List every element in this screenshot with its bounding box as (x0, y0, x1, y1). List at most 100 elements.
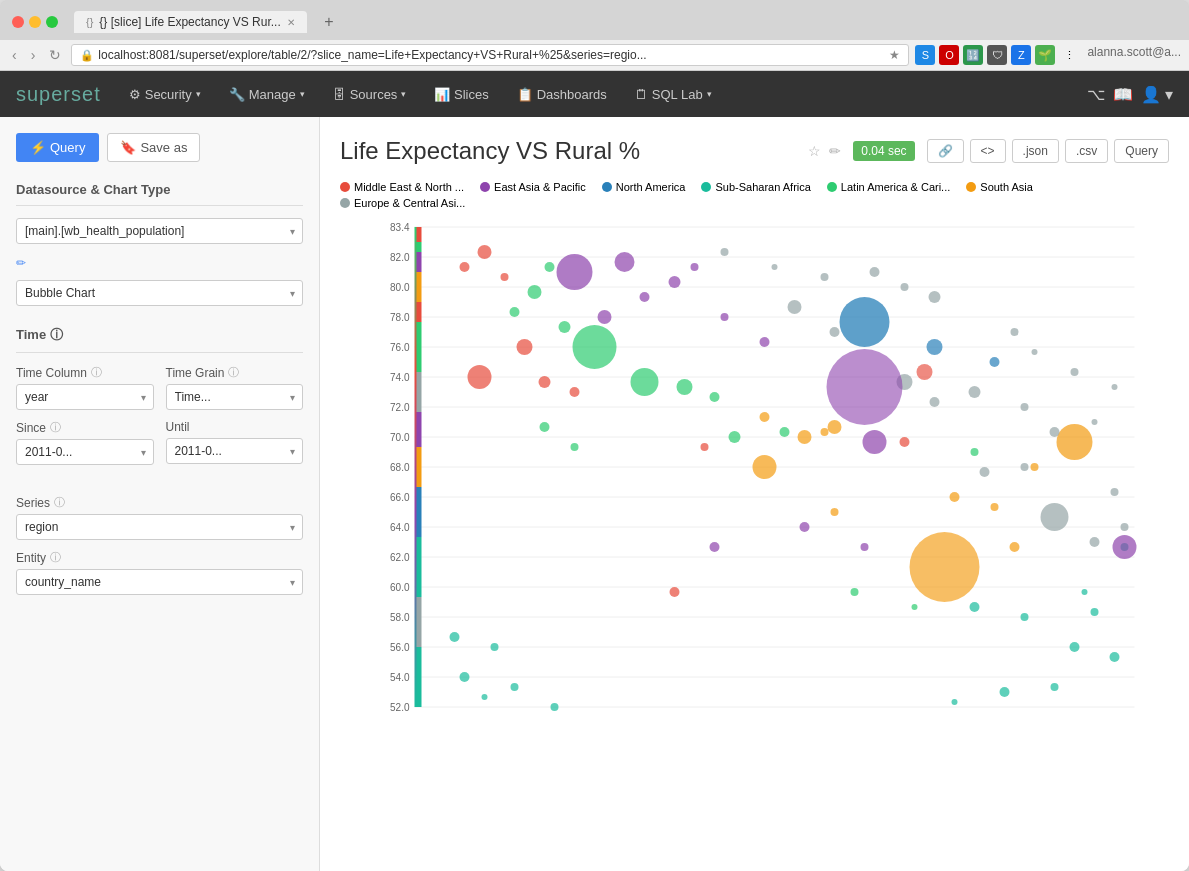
since-help-icon[interactable]: ⓘ (50, 420, 61, 435)
bubble[interactable] (828, 420, 842, 434)
ext-z-icon[interactable]: Z (1011, 45, 1031, 65)
bubble[interactable] (1092, 419, 1098, 425)
bubble[interactable] (1051, 683, 1059, 691)
bubble[interactable] (491, 643, 499, 651)
query-button[interactable]: ⚡ Query (16, 133, 99, 162)
bubble[interactable] (559, 321, 571, 333)
bubble[interactable] (1041, 503, 1069, 531)
bubble[interactable] (691, 263, 699, 271)
bubble[interactable] (798, 430, 812, 444)
bubble[interactable] (753, 455, 777, 479)
bubble[interactable] (840, 297, 890, 347)
bubble[interactable] (917, 364, 933, 380)
bubble[interactable] (701, 443, 709, 451)
bubble[interactable] (670, 587, 680, 597)
entity-select[interactable]: country_name (16, 569, 303, 595)
bubble[interactable] (615, 252, 635, 272)
series-help-icon[interactable]: ⓘ (54, 495, 65, 510)
bubble[interactable] (861, 543, 869, 551)
github-icon[interactable]: ⌥ (1087, 85, 1105, 104)
bubble[interactable] (1121, 523, 1129, 531)
bubble[interactable] (517, 339, 533, 355)
bubble[interactable] (1031, 463, 1039, 471)
bubble-large-purple[interactable] (827, 349, 903, 425)
bubble[interactable] (930, 397, 940, 407)
bubble[interactable] (511, 683, 519, 691)
bubble[interactable] (901, 283, 909, 291)
nav-manage[interactable]: 🔧 Manage ▾ (217, 79, 317, 110)
bubble[interactable] (969, 386, 981, 398)
ext-s-icon[interactable]: S (915, 45, 935, 65)
bubble[interactable] (788, 300, 802, 314)
bubble[interactable] (971, 448, 979, 456)
until-select[interactable]: 2011-0... (166, 438, 304, 464)
link-button[interactable]: 🔗 (927, 139, 964, 163)
bubble[interactable] (545, 262, 555, 272)
bubble[interactable] (1021, 463, 1029, 471)
bubble[interactable] (571, 443, 579, 451)
nav-slices[interactable]: 📊 Slices (422, 79, 500, 110)
docs-icon[interactable]: 📖 (1113, 85, 1133, 104)
csv-button[interactable]: .csv (1065, 139, 1108, 163)
bubble[interactable] (1110, 652, 1120, 662)
ext-badge-icon[interactable]: 🔢 (963, 45, 983, 65)
bubble[interactable] (710, 392, 720, 402)
code-button[interactable]: <> (970, 139, 1006, 163)
bubble[interactable] (721, 313, 729, 321)
bubble[interactable] (772, 264, 778, 270)
browser-tab[interactable]: {} {} [slice] Life Expectancy VS Rur... … (74, 11, 307, 33)
bubble[interactable] (910, 532, 980, 602)
entity-select-wrapper[interactable]: country_name (16, 569, 303, 595)
bubble[interactable] (540, 422, 550, 432)
url-bar[interactable]: 🔒 localhost:8081/superset/explore/table/… (71, 44, 909, 66)
time-column-select-wrapper[interactable]: year (16, 384, 154, 410)
bubble[interactable] (460, 262, 470, 272)
bubble[interactable] (780, 427, 790, 437)
forward-button[interactable]: › (27, 45, 40, 65)
bubble[interactable] (1010, 542, 1020, 552)
chart-type-select-wrapper[interactable]: Bubble Chart (16, 280, 303, 306)
bubble[interactable] (478, 245, 492, 259)
bubble[interactable] (927, 339, 943, 355)
bubble[interactable] (528, 285, 542, 299)
user-menu-icon[interactable]: 👤 ▾ (1141, 85, 1173, 104)
bubble[interactable] (501, 273, 509, 281)
json-button[interactable]: .json (1012, 139, 1059, 163)
bubble[interactable] (1011, 328, 1019, 336)
bubble[interactable] (800, 522, 810, 532)
bubble[interactable] (830, 327, 840, 337)
bubble[interactable] (991, 503, 999, 511)
bubble[interactable] (863, 430, 887, 454)
bubble[interactable] (1071, 368, 1079, 376)
bubble[interactable] (1090, 537, 1100, 547)
bubble[interactable] (900, 437, 910, 447)
ext-tree-icon[interactable]: 🌱 (1035, 45, 1055, 65)
bubble[interactable] (831, 508, 839, 516)
until-select-wrapper[interactable]: 2011-0... (166, 438, 304, 464)
ext-opera-icon[interactable]: O (939, 45, 959, 65)
bubble[interactable] (870, 267, 880, 277)
nav-sources[interactable]: 🗄 Sources ▾ (321, 79, 419, 110)
time-column-help-icon[interactable]: ⓘ (91, 365, 102, 380)
bubble[interactable] (760, 412, 770, 422)
bubble[interactable] (1032, 349, 1038, 355)
bubble[interactable] (631, 368, 659, 396)
nav-sqllab[interactable]: 🗒 SQL Lab ▾ (623, 79, 724, 110)
bubble[interactable] (539, 376, 551, 388)
bubble[interactable] (460, 672, 470, 682)
time-grain-select[interactable]: Time... (166, 384, 304, 410)
bubble[interactable] (912, 604, 918, 610)
bubble[interactable] (990, 357, 1000, 367)
bubble[interactable] (1057, 424, 1093, 460)
edit-datasource-link[interactable]: ✏ (16, 256, 26, 270)
new-tab-button[interactable]: + (315, 10, 343, 34)
chart-type-select[interactable]: Bubble Chart (16, 280, 303, 306)
bubble[interactable] (598, 310, 612, 324)
tab-close-icon[interactable]: ✕ (287, 17, 295, 28)
time-grain-select-wrapper[interactable]: Time... (166, 384, 304, 410)
bubble[interactable] (1082, 589, 1088, 595)
time-column-select[interactable]: year (16, 384, 154, 410)
bubble[interactable] (721, 248, 729, 256)
maximize-dot[interactable] (46, 16, 58, 28)
time-grain-help-icon[interactable]: ⓘ (228, 365, 239, 380)
